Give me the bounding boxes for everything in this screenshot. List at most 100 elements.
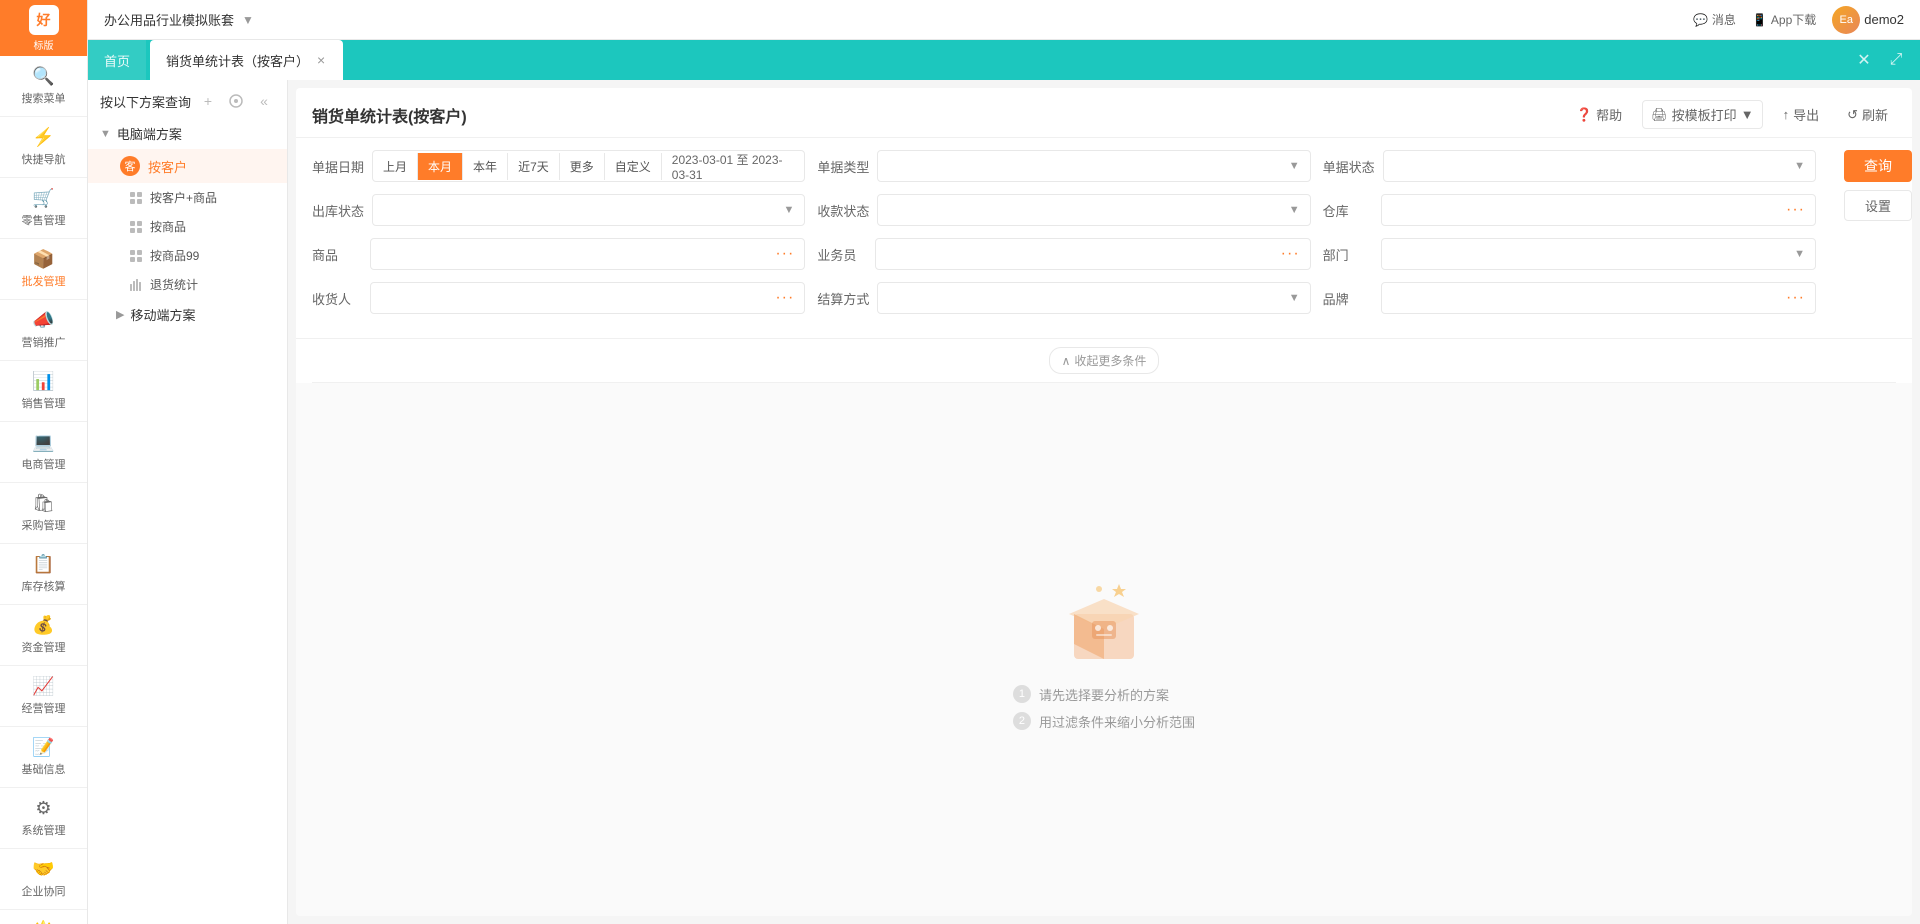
filter-buttons: 查询 设置 — [1844, 138, 1912, 221]
tab-active[interactable]: 销货单统计表（按客户） × — [150, 40, 343, 80]
sidebar-item-basic-info[interactable]: 📝 基础信息 — [0, 727, 87, 788]
date-btn-7days[interactable]: 近7天 — [508, 153, 560, 180]
ship-status-label: 出库状态 — [312, 201, 364, 220]
sidebar-item-label: 快捷导航 — [22, 151, 66, 167]
refresh-btn[interactable]: ↺ 刷新 — [1839, 101, 1896, 128]
dept-select[interactable]: ▼ — [1381, 238, 1816, 270]
date-btn-this-month[interactable]: 本月 — [418, 153, 463, 180]
brand-select[interactable]: ··· — [1381, 282, 1816, 314]
user-info[interactable]: Ea demo2 — [1832, 6, 1904, 34]
sidebar-item-retail-mgmt[interactable]: 🛒 零售管理 — [0, 178, 87, 239]
export-label: 导出 — [1793, 105, 1819, 124]
sidebar-item-sales-mgmt[interactable]: 📊 销售管理 — [0, 361, 87, 422]
search-menu-icon: 🔍 — [32, 66, 54, 87]
sidebar-item-purchase-mgmt[interactable]: 🛍 采购管理 — [0, 483, 87, 544]
tab-expand-btn[interactable]: ⤢ — [1884, 48, 1908, 72]
finance-icon: 💰 — [32, 615, 54, 636]
sidebar-item-wholesale-mgmt[interactable]: 📦 批发管理 — [0, 239, 87, 300]
edit-scheme-btn[interactable] — [225, 90, 247, 112]
sidebar-item-label: 企业协同 — [22, 883, 66, 899]
mobile-group-header[interactable]: ▶ 移动端方案 — [88, 299, 287, 330]
scheme-group-mobile: ▶ 移动端方案 — [88, 299, 287, 330]
dept-label: 部门 — [1323, 245, 1373, 264]
sidebar-item-system-mgmt[interactable]: ⚙ 系统管理 — [0, 788, 87, 849]
desktop-group-header[interactable]: ▼ 电脑端方案 — [88, 118, 287, 149]
receive-status-label: 收款状态 — [817, 201, 869, 220]
salesperson-select[interactable]: ··· — [875, 238, 1310, 270]
message-icon: 💬 — [1693, 13, 1708, 27]
date-range-display: 2023-03-01 至 2023-03-31 — [662, 150, 805, 182]
app-download-icon: 📱 — [1752, 13, 1767, 27]
sidebar-item-operations[interactable]: 📈 经营管理 — [0, 666, 87, 727]
scheme-sub-item-by-goods-99[interactable]: 按商品99 — [88, 241, 287, 270]
app-download-label: App下载 — [1771, 11, 1816, 28]
scheme-sub-item-return-stats[interactable]: 退货统计 — [88, 270, 287, 299]
quick-nav-icon: ⚡ — [32, 127, 54, 148]
tab-bar: 首页 销货单统计表（按客户） × ✕ ⤢ — [88, 40, 1920, 80]
by-goods-label: 按商品 — [150, 218, 186, 235]
page-body: 按以下方案查询 + « ▼ 电脑端方案 客 按客户 — [88, 80, 1920, 924]
template-print-label: 按模板打印 — [1672, 105, 1737, 124]
payment-select[interactable]: ▼ — [877, 282, 1310, 314]
by-goods-99-icon — [128, 248, 144, 264]
collapse-up-icon: ∧ — [1062, 354, 1071, 368]
sidebar-item-cooperation[interactable]: 🤝 企业协同 — [0, 849, 87, 910]
main-area: 办公用品行业模拟账套 ▼ 💬 消息 📱 App下载 Ea demo2 首页 — [88, 0, 1920, 924]
warehouse-select[interactable]: ··· — [1381, 194, 1816, 226]
sidebar-item-quick-nav[interactable]: ⚡ 快捷导航 — [0, 117, 87, 178]
user-avatar: Ea — [1832, 6, 1860, 34]
help-btn[interactable]: ❓ 帮助 — [1568, 101, 1630, 128]
top-header: 办公用品行业模拟账套 ▼ 💬 消息 📱 App下载 Ea demo2 — [88, 0, 1920, 40]
filter-item-receive-status: 收款状态 ▼ — [817, 194, 1310, 226]
filter-item-dept: 部门 ▼ — [1323, 238, 1816, 270]
export-btn[interactable]: ↑ 导出 — [1775, 101, 1828, 128]
scheme-item-by-customer[interactable]: 客 按客户 — [88, 149, 287, 183]
scheme-sub-item-by-goods[interactable]: 按商品 — [88, 212, 287, 241]
receiver-select[interactable]: ··· — [370, 282, 805, 314]
filter-item-goods: 商品 ··· — [312, 238, 805, 270]
sidebar-item-finance[interactable]: 💰 资金管理 — [0, 605, 87, 666]
add-scheme-btn[interactable]: + — [197, 90, 219, 112]
help-label: 帮助 — [1596, 105, 1622, 124]
refresh-icon: ↺ — [1847, 107, 1858, 123]
goods-select[interactable]: ··· — [370, 238, 805, 270]
date-btn-more[interactable]: 更多 — [560, 153, 605, 180]
template-print-btn[interactable]: 🖨 按模板打印 ▼ — [1642, 100, 1762, 129]
order-status-label: 单据状态 — [1323, 157, 1375, 176]
scheme-sub-item-by-customer-goods[interactable]: 按客户+商品 — [88, 183, 287, 212]
by-goods-icon — [128, 219, 144, 235]
date-btn-last-month[interactable]: 上月 — [373, 153, 418, 180]
sidebar-item-new-guide[interactable]: 🌟 新手引导 — [0, 910, 87, 924]
sidebar-item-marketing[interactable]: 📣 营销推广 — [0, 300, 87, 361]
empty-state: 1 请先选择要分析的方案 2 用过滤条件来缩小分析范围 — [296, 383, 1912, 916]
collapse-btn[interactable]: ∧ 收起更多条件 — [1049, 347, 1160, 374]
filter-area: 单据日期 上月 本月 — [296, 138, 1832, 338]
collapse-panel-btn[interactable]: « — [253, 90, 275, 112]
order-status-select[interactable]: ▼ — [1383, 150, 1816, 182]
message-action[interactable]: 💬 消息 — [1693, 11, 1736, 28]
ship-status-select[interactable]: ▼ — [372, 194, 805, 226]
sidebar-item-search-menu[interactable]: 🔍 搜索菜单 — [0, 56, 87, 117]
tip-text-1: 请先选择要分析的方案 — [1039, 685, 1169, 704]
sidebar-item-label: 营销推广 — [22, 334, 66, 350]
tab-home[interactable]: 首页 — [88, 40, 146, 80]
app-download-action[interactable]: 📱 App下载 — [1752, 11, 1816, 28]
tab-close-icon[interactable]: × — [315, 52, 327, 68]
order-type-label: 单据类型 — [817, 157, 869, 176]
sidebar-item-inventory[interactable]: 📋 库存核算 — [0, 544, 87, 605]
sidebar-item-label: 零售管理 — [22, 212, 66, 228]
settings-button[interactable]: 设置 — [1844, 190, 1912, 221]
order-type-select[interactable]: ▼ — [877, 150, 1310, 182]
filter-item-date: 单据日期 上月 本月 — [312, 150, 805, 182]
date-btn-this-year[interactable]: 本年 — [463, 153, 508, 180]
collapse-row: ∧ 收起更多条件 — [296, 338, 1912, 382]
new-guide-icon: 🌟 — [32, 920, 54, 924]
sidebar-item-ecommerce[interactable]: 💻 电商管理 — [0, 422, 87, 483]
tab-close-btn[interactable]: ✕ — [1852, 48, 1876, 72]
date-btn-custom[interactable]: 自定义 — [605, 153, 662, 180]
header-dropdown-icon[interactable]: ▼ — [242, 13, 254, 27]
date-filter[interactable]: 上月 本月 本年 — [372, 150, 805, 182]
query-button[interactable]: 查询 — [1844, 150, 1912, 182]
sidebar-item-label: 经营管理 — [22, 700, 66, 716]
receive-status-select[interactable]: ▼ — [877, 194, 1310, 226]
